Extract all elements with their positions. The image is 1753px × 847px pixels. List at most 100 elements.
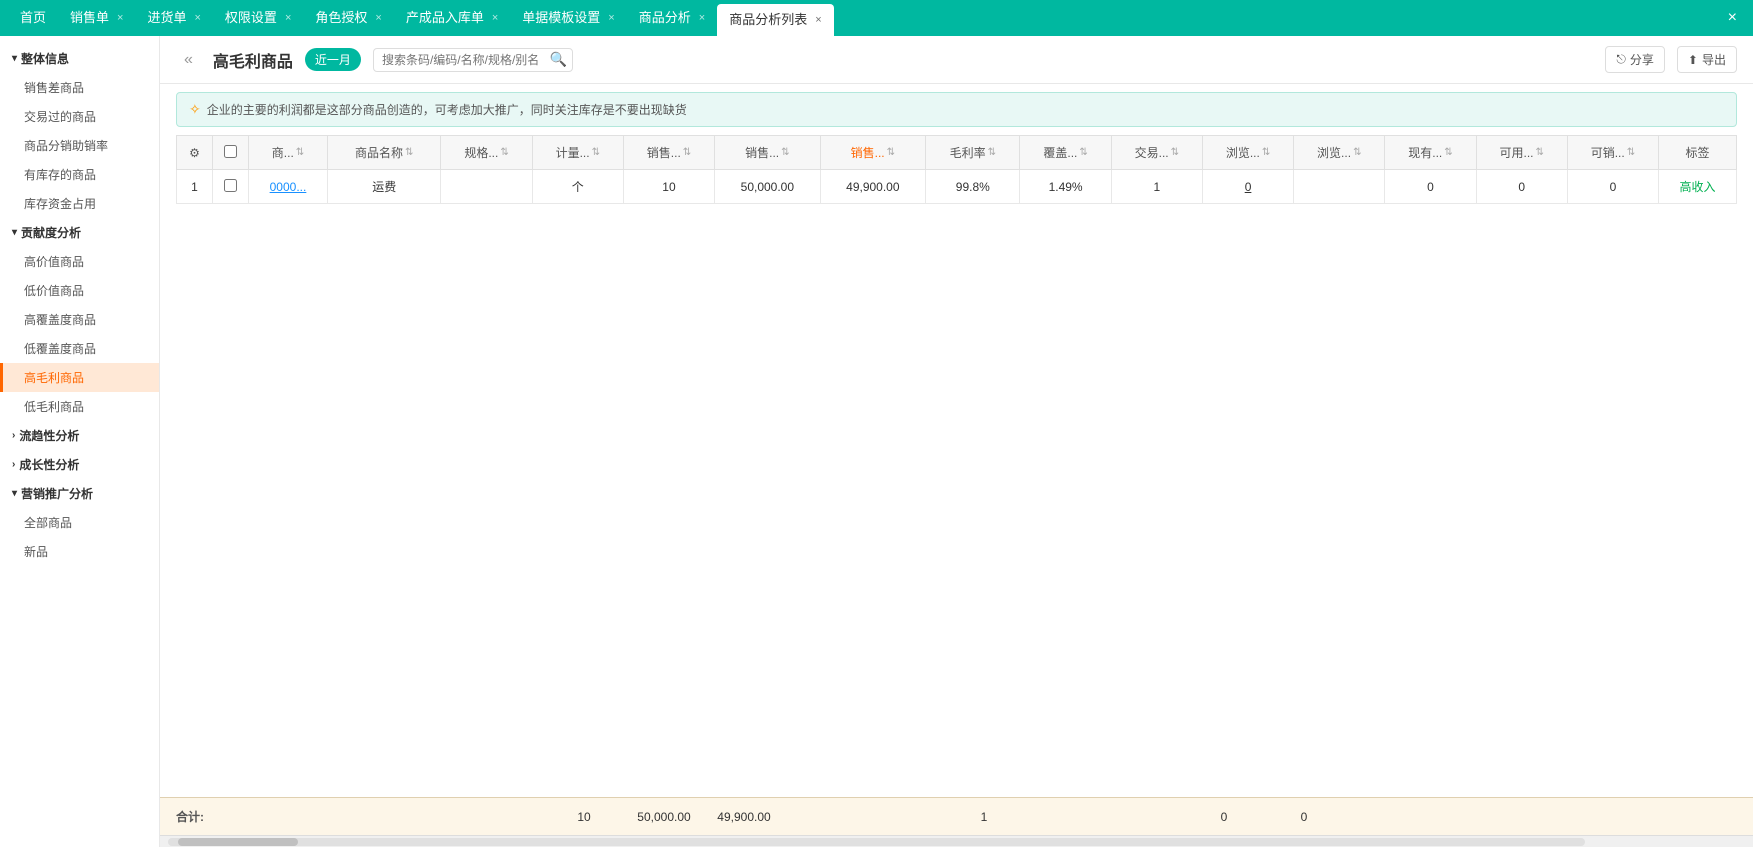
col-views1-sort: ⇅ bbox=[1262, 147, 1270, 158]
col-checkbox[interactable] bbox=[213, 136, 249, 170]
row-transactions: 1 bbox=[1111, 170, 1202, 204]
col-views2-label: 浏览... bbox=[1317, 144, 1351, 161]
col-code-sort: ⇅ bbox=[296, 147, 304, 158]
row-checkbox-input[interactable] bbox=[224, 179, 237, 192]
close-all-btn[interactable]: × bbox=[1720, 9, 1745, 27]
close-analysis-list[interactable]: × bbox=[815, 4, 821, 36]
search-input[interactable] bbox=[373, 48, 573, 72]
sidebar-item-low-value[interactable]: 低价值商品 bbox=[0, 276, 159, 305]
sidebar-item-high-margin[interactable]: 高毛利商品 bbox=[0, 363, 159, 392]
sidebar-item-traded[interactable]: 交易过的商品 bbox=[0, 102, 159, 131]
close-purchase[interactable]: × bbox=[194, 0, 200, 36]
nav-item-analysis[interactable]: 商品分析 × bbox=[627, 0, 717, 36]
col-coverage[interactable]: 覆盖...⇅ bbox=[1020, 136, 1111, 170]
col-current[interactable]: 现有...⇅ bbox=[1385, 136, 1476, 170]
nav-item-permission[interactable]: 权限设置 × bbox=[213, 0, 303, 36]
row-code[interactable]: 0000... bbox=[249, 170, 328, 204]
sidebar-item-high-margin-label: 高毛利商品 bbox=[24, 371, 84, 385]
sidebar-group-overall[interactable]: ▾ 整体信息 bbox=[0, 44, 159, 73]
sidebar-collapse-btn[interactable]: « bbox=[176, 51, 201, 69]
search-button[interactable]: 🔍 bbox=[550, 51, 567, 68]
sidebar-item-stock-capital-label: 库存资金占用 bbox=[24, 197, 96, 211]
scrollbar-thumb[interactable] bbox=[178, 838, 298, 846]
info-text: 企业的主要的利润都是这部分商品创造的，可考虑加大推广，同时关注库存是不要出现缺货 bbox=[207, 101, 687, 118]
close-role[interactable]: × bbox=[375, 0, 381, 36]
nav-item-home[interactable]: 首页 bbox=[8, 0, 58, 36]
sidebar-item-in-stock[interactable]: 有库存的商品 bbox=[0, 160, 159, 189]
bottom-scrollbar bbox=[160, 835, 1753, 847]
col-tag: 标签 bbox=[1659, 136, 1737, 170]
sidebar-item-low-margin-label: 低毛利商品 bbox=[24, 400, 84, 414]
export-button[interactable]: ⬆ 导出 bbox=[1677, 46, 1737, 73]
row-views1[interactable]: 0 bbox=[1202, 170, 1293, 204]
col-sellable[interactable]: 可销...⇅ bbox=[1567, 136, 1658, 170]
sidebar-item-low-margin[interactable]: 低毛利商品 bbox=[0, 392, 159, 421]
col-coverage-label: 覆盖... bbox=[1043, 144, 1077, 161]
col-sales-amt1[interactable]: 销售...⇅ bbox=[715, 136, 821, 170]
share-button[interactable]: ⎋ 分享 bbox=[1605, 46, 1665, 73]
col-name-sort: ⇅ bbox=[405, 147, 413, 158]
sidebar-group-marketing-label: 营销推广分析 bbox=[21, 485, 93, 502]
page-title: 高毛利商品 bbox=[213, 48, 293, 72]
col-settings[interactable]: ⚙ bbox=[177, 136, 213, 170]
sidebar-item-all-products[interactable]: 全部商品 bbox=[0, 508, 159, 537]
nav-item-product[interactable]: 产成品入库单 × bbox=[394, 0, 510, 36]
sidebar-group-overall-label: 整体信息 bbox=[21, 50, 69, 67]
sidebar-item-new-products[interactable]: 新品 bbox=[0, 537, 159, 566]
nav-item-purchase[interactable]: 进货单 × bbox=[135, 0, 212, 36]
col-views1[interactable]: 浏览...⇅ bbox=[1202, 136, 1293, 170]
col-transactions[interactable]: 交易...⇅ bbox=[1111, 136, 1202, 170]
col-views2[interactable]: 浏览...⇅ bbox=[1294, 136, 1385, 170]
close-template[interactable]: × bbox=[608, 0, 614, 36]
select-all-checkbox[interactable] bbox=[224, 145, 237, 158]
sidebar-item-bad-sales-label: 销售差商品 bbox=[24, 81, 84, 95]
nav-label-home: 首页 bbox=[20, 0, 46, 36]
sidebar-item-low-value-label: 低价值商品 bbox=[24, 284, 84, 298]
nav-item-role[interactable]: 角色授权 × bbox=[303, 0, 393, 36]
table-header-row: ⚙ 商...⇅ 商品名称⇅ 规格...⇅ 计量...⇅ 销售...⇅ 销售...… bbox=[177, 136, 1737, 170]
col-views2-sort: ⇅ bbox=[1353, 147, 1361, 158]
sidebar-item-high-value[interactable]: 高价值商品 bbox=[0, 247, 159, 276]
sidebar-item-stock-capital[interactable]: 库存资金占用 bbox=[0, 189, 159, 218]
col-gross-margin-label: 毛利率 bbox=[950, 144, 986, 161]
sidebar-group-growth[interactable]: › 成长性分析 bbox=[0, 450, 159, 479]
nav-label-purchase: 进货单 bbox=[147, 0, 186, 36]
col-coverage-sort: ⇅ bbox=[1079, 147, 1087, 158]
close-analysis[interactable]: × bbox=[699, 0, 705, 36]
period-button[interactable]: 近一月 bbox=[305, 48, 361, 71]
row-coverage: 1.49% bbox=[1020, 170, 1111, 204]
col-sales-amt2[interactable]: 销售...⇅ bbox=[820, 136, 926, 170]
footer-label: 合计: bbox=[176, 808, 204, 825]
sidebar-item-distribution[interactable]: 商品分销助销率 bbox=[0, 131, 159, 160]
scrollbar-track[interactable] bbox=[168, 838, 1585, 846]
sidebar-group-contribution[interactable]: ▾ 贡献度分析 bbox=[0, 218, 159, 247]
col-code[interactable]: 商...⇅ bbox=[249, 136, 328, 170]
col-spec[interactable]: 规格...⇅ bbox=[441, 136, 532, 170]
sidebar-group-marketing[interactable]: ▾ 营销推广分析 bbox=[0, 479, 159, 508]
row-checkbox[interactable] bbox=[213, 170, 249, 204]
tag-label: 高收入 bbox=[1680, 180, 1716, 194]
sidebar-item-low-coverage[interactable]: 低覆盖度商品 bbox=[0, 334, 159, 363]
nav-item-template[interactable]: 单据模板设置 × bbox=[510, 0, 626, 36]
col-gross-margin[interactable]: 毛利率⇅ bbox=[926, 136, 1020, 170]
close-sales[interactable]: × bbox=[117, 0, 123, 36]
row-available: 0 bbox=[1476, 170, 1567, 204]
col-name[interactable]: 商品名称⇅ bbox=[327, 136, 440, 170]
arrow-overall: ▾ bbox=[12, 53, 17, 64]
table-wrapper: ⚙ 商...⇅ 商品名称⇅ 规格...⇅ 计量...⇅ 销售...⇅ 销售...… bbox=[160, 135, 1753, 797]
nav-item-analysis-list[interactable]: 商品分析列表 × bbox=[717, 4, 833, 36]
col-unit[interactable]: 计量...⇅ bbox=[532, 136, 623, 170]
col-sales-qty[interactable]: 销售...⇅ bbox=[623, 136, 714, 170]
sidebar-item-high-coverage[interactable]: 高覆盖度商品 bbox=[0, 305, 159, 334]
col-available[interactable]: 可用...⇅ bbox=[1476, 136, 1567, 170]
close-permission[interactable]: × bbox=[285, 0, 291, 36]
nav-item-sales[interactable]: 销售单 × bbox=[58, 0, 135, 36]
sidebar: ▾ 整体信息 销售差商品 交易过的商品 商品分销助销率 有库存的商品 库存资金占… bbox=[0, 36, 160, 847]
col-sales-amt1-label: 销售... bbox=[745, 144, 779, 161]
arrow-trend: › bbox=[12, 430, 15, 441]
col-current-label: 现有... bbox=[1408, 144, 1442, 161]
col-tag-label: 标签 bbox=[1686, 146, 1710, 160]
close-product[interactable]: × bbox=[492, 0, 498, 36]
sidebar-group-trend[interactable]: › 流趋性分析 bbox=[0, 421, 159, 450]
sidebar-item-bad-sales[interactable]: 销售差商品 bbox=[0, 73, 159, 102]
